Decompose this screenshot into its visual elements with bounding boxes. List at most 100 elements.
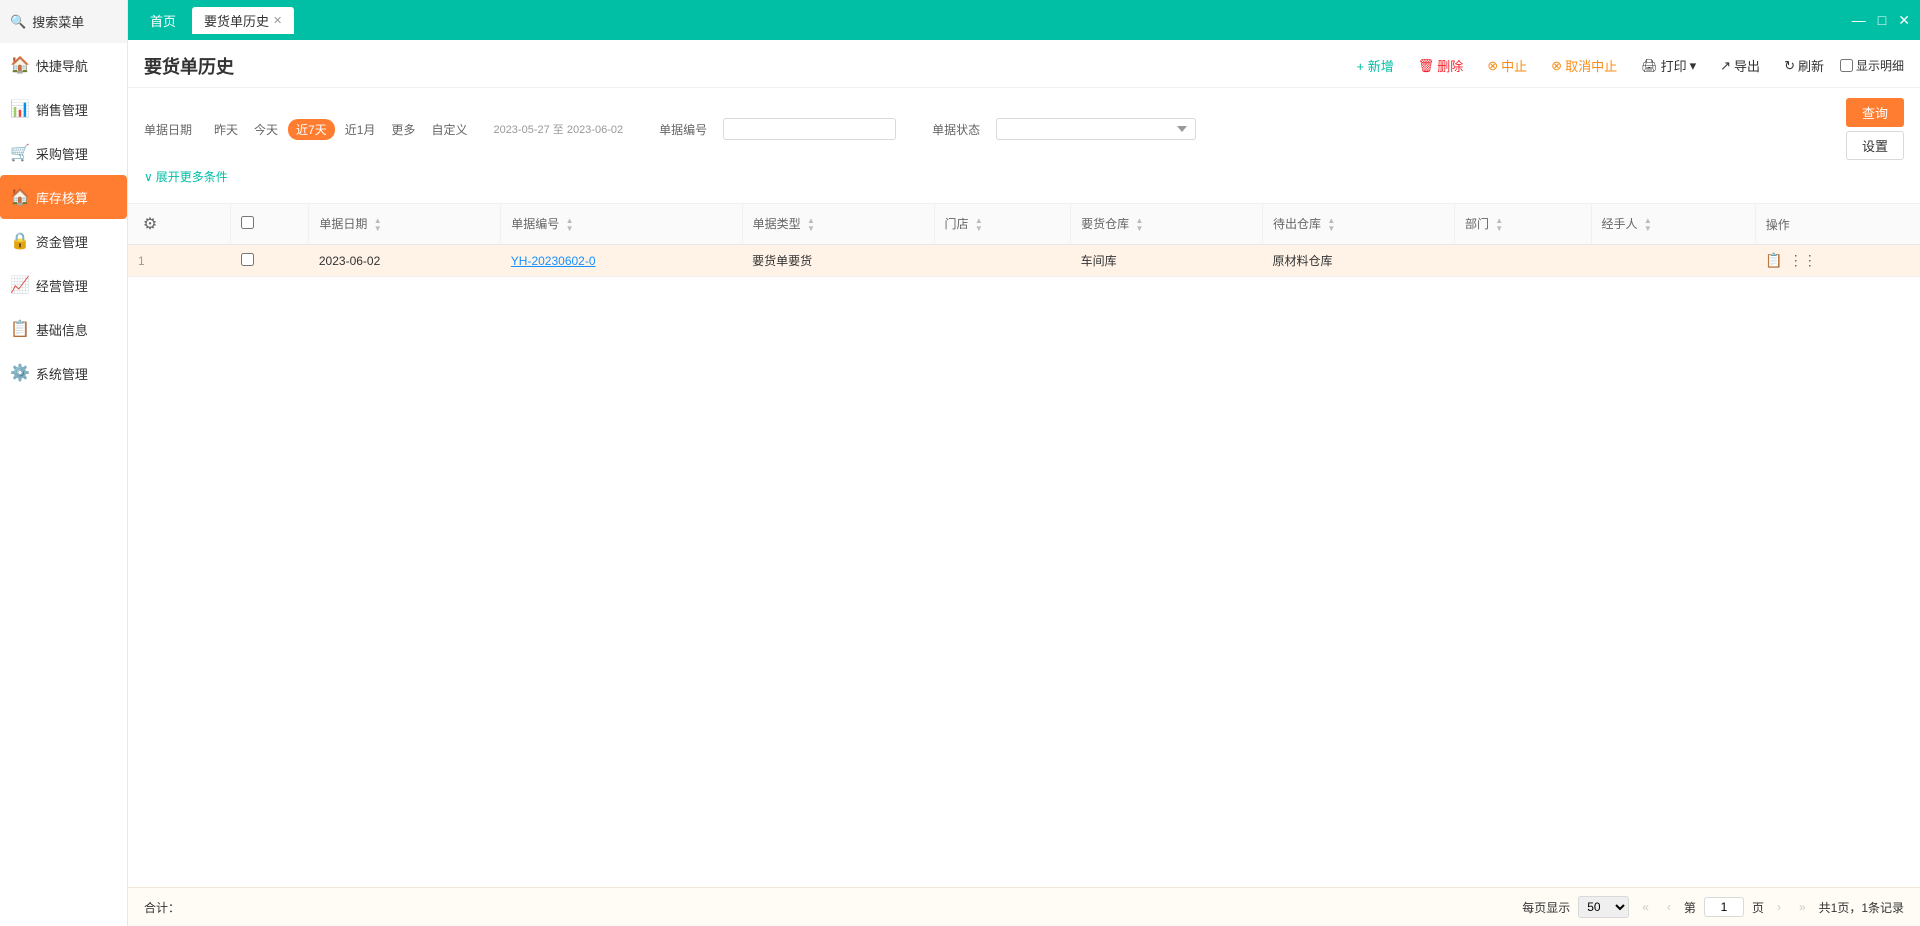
bill-no-input[interactable]: [723, 118, 896, 140]
date-buttons: 昨天 今天 近7天 近1月 更多 自定义: [208, 119, 473, 140]
page-input[interactable]: [1704, 897, 1744, 917]
tab-home[interactable]: 首页: [138, 7, 188, 34]
sidebar-search[interactable]: 🔍 搜索菜单: [0, 0, 127, 43]
new-button[interactable]: + 新增: [1348, 52, 1401, 79]
td-action: 📋 ⋮⋮: [1755, 245, 1920, 277]
export-button[interactable]: ↗ 导出: [1712, 52, 1768, 79]
th-req-warehouse: 要货仓库 ▲▼: [1071, 204, 1263, 245]
table-settings-icon[interactable]: ⚙: [138, 212, 162, 236]
ops-icon: 📈: [10, 275, 30, 295]
select-all-checkbox[interactable]: [241, 216, 254, 229]
th-handler: 经手人 ▲▼: [1591, 204, 1755, 245]
th-pending-warehouse: 待出仓库 ▲▼: [1263, 204, 1455, 245]
th-bill-no: 单据编号 ▲▼: [501, 204, 742, 245]
row-edit-icon[interactable]: 📋: [1765, 252, 1782, 269]
bill-no-link[interactable]: YH-20230602-0: [511, 254, 596, 268]
date-btn-today[interactable]: 今天: [248, 119, 284, 140]
th-bill-type: 单据类型 ▲▼: [742, 204, 934, 245]
toolbar: + 新增 🗑 删除 ⊗ 中止 ⊗ 取消中止 🖨 打印 ▾: [1348, 52, 1904, 79]
filter-row-1: 单据日期 昨天 今天 近7天 近1月 更多 自定义 2023-05-27 至 2…: [144, 98, 1904, 160]
settings-button[interactable]: 设置: [1846, 131, 1904, 160]
sidebar-item-label: 库存核算: [36, 188, 88, 207]
table-row: 1 2023-06-02 YH-20230602-0 要货单要货 车间库 原材料…: [128, 245, 1920, 277]
status-select[interactable]: [996, 118, 1196, 140]
next-page-btn[interactable]: ›: [1772, 898, 1786, 916]
table-footer: 合计： 每页显示 20 50 100 200 « ‹ 第 页 › » 共1页，1…: [128, 887, 1920, 926]
sort-date-icon[interactable]: ▲▼: [374, 217, 382, 233]
sort-pending-warehouse-icon[interactable]: ▲▼: [1327, 217, 1335, 233]
sort-billno-icon[interactable]: ▲▼: [566, 217, 574, 233]
th-action: 操作: [1755, 204, 1920, 245]
td-bill-no: YH-20230602-0: [501, 245, 742, 277]
cancel-stop-button[interactable]: ⊗ 取消中止: [1543, 52, 1625, 79]
sort-handler-icon[interactable]: ▲▼: [1644, 217, 1652, 233]
last-page-btn[interactable]: »: [1794, 898, 1811, 916]
status-label: 单据状态: [932, 121, 980, 138]
td-store: [934, 245, 1071, 277]
date-btn-7days[interactable]: 近7天: [288, 119, 335, 140]
td-department: [1454, 245, 1591, 277]
minimize-icon[interactable]: —: [1852, 12, 1866, 28]
print-button[interactable]: 🖨 打印 ▾: [1633, 52, 1704, 79]
sidebar-item-finance[interactable]: 🔒 资金管理: [0, 219, 127, 263]
page-suffix: 页: [1752, 899, 1764, 916]
close-icon[interactable]: ✕: [1898, 12, 1910, 29]
prev-page-btn[interactable]: ‹: [1662, 898, 1676, 916]
sidebar-item-purchase[interactable]: 🛒 采购管理: [0, 131, 127, 175]
per-page-select[interactable]: 20 50 100 200: [1578, 896, 1629, 918]
sort-dept-icon[interactable]: ▲▼: [1495, 217, 1503, 233]
sidebar-item-inventory[interactable]: 🏠 库存核算: [0, 175, 127, 219]
date-btn-custom[interactable]: 自定义: [425, 119, 473, 140]
refresh-icon: ↻: [1784, 58, 1795, 74]
delete-button[interactable]: 🗑 删除: [1410, 52, 1472, 79]
display-detail-checkbox[interactable]: [1840, 59, 1853, 72]
lock-icon: 🔒: [10, 231, 30, 251]
search-icon: 🔍: [10, 14, 26, 30]
refresh-button[interactable]: ↻ 刷新: [1776, 52, 1832, 79]
sidebar-item-sales[interactable]: 📊 销售管理: [0, 87, 127, 131]
expand-icon: ∨: [144, 170, 153, 184]
th-checkbox: [231, 204, 309, 245]
tab-history[interactable]: 要货单历史 ✕: [192, 7, 294, 34]
date-btn-1month[interactable]: 近1月: [339, 119, 382, 140]
sort-billtype-icon[interactable]: ▲▼: [807, 217, 815, 233]
query-button[interactable]: 查询: [1846, 98, 1904, 127]
page-header: 要货单历史 + 新增 🗑 删除 ⊗ 中止 ⊗ 取消中止 🖨 打印: [128, 40, 1920, 88]
sidebar-item-label: 采购管理: [36, 144, 88, 163]
tab-history-label: 要货单历史: [204, 11, 269, 30]
sidebar-item-label: 资金管理: [36, 232, 88, 251]
cancel-icon: ⊗: [1551, 58, 1562, 74]
print-dropdown-icon: ▾: [1690, 58, 1697, 74]
td-pending-warehouse: 原材料仓库: [1263, 245, 1455, 277]
maximize-icon[interactable]: □: [1878, 12, 1886, 28]
first-page-btn[interactable]: «: [1637, 898, 1654, 916]
sidebar-item-label: 经营管理: [36, 276, 88, 295]
tab-close-icon[interactable]: ✕: [273, 14, 282, 27]
table-header-row: ⚙ 单据日期 ▲▼ 单据编号 ▲▼: [128, 204, 1920, 245]
td-checkbox: [231, 245, 309, 277]
stop-button[interactable]: ⊗ 中止: [1479, 52, 1535, 79]
sidebar-item-system[interactable]: ⚙️ 系统管理: [0, 351, 127, 395]
row-checkbox[interactable]: [241, 253, 254, 266]
date-btn-yesterday[interactable]: 昨天: [208, 119, 244, 140]
sort-store-icon[interactable]: ▲▼: [975, 217, 983, 233]
sidebar-item-basic-info[interactable]: 📋 基础信息: [0, 307, 127, 351]
sidebar-item-operations[interactable]: 📈 经营管理: [0, 263, 127, 307]
export-icon: ↗: [1720, 58, 1731, 74]
main: 首页 要货单历史 ✕ — □ ✕ 要货单历史 + 新增 🗑 删除 ⊗ 中: [128, 0, 1920, 926]
topbar: 首页 要货单历史 ✕ — □ ✕: [128, 0, 1920, 40]
inventory-icon: 🏠: [10, 187, 30, 207]
sidebar-item-quick-nav[interactable]: 🏠 快捷导航: [0, 43, 127, 87]
expand-more-btn[interactable]: ∨ 展开更多条件: [144, 168, 228, 185]
display-detail-toggle[interactable]: 显示明细: [1840, 57, 1904, 74]
sort-req-warehouse-icon[interactable]: ▲▼: [1135, 217, 1143, 233]
doc-icon: 📋: [10, 319, 30, 339]
filter-area: 单据日期 昨天 今天 近7天 近1月 更多 自定义 2023-05-27 至 2…: [128, 88, 1920, 204]
chart-icon: 📊: [10, 99, 30, 119]
gear-icon: ⚙️: [10, 363, 30, 383]
sidebar-item-label: 快捷导航: [36, 56, 88, 75]
row-more-icon[interactable]: ⋮⋮: [1789, 252, 1817, 269]
data-table: ⚙ 单据日期 ▲▼ 单据编号 ▲▼: [128, 204, 1920, 277]
date-range-text: 2023-05-27 至 2023-06-02: [493, 121, 623, 137]
date-btn-more[interactable]: 更多: [385, 119, 421, 140]
